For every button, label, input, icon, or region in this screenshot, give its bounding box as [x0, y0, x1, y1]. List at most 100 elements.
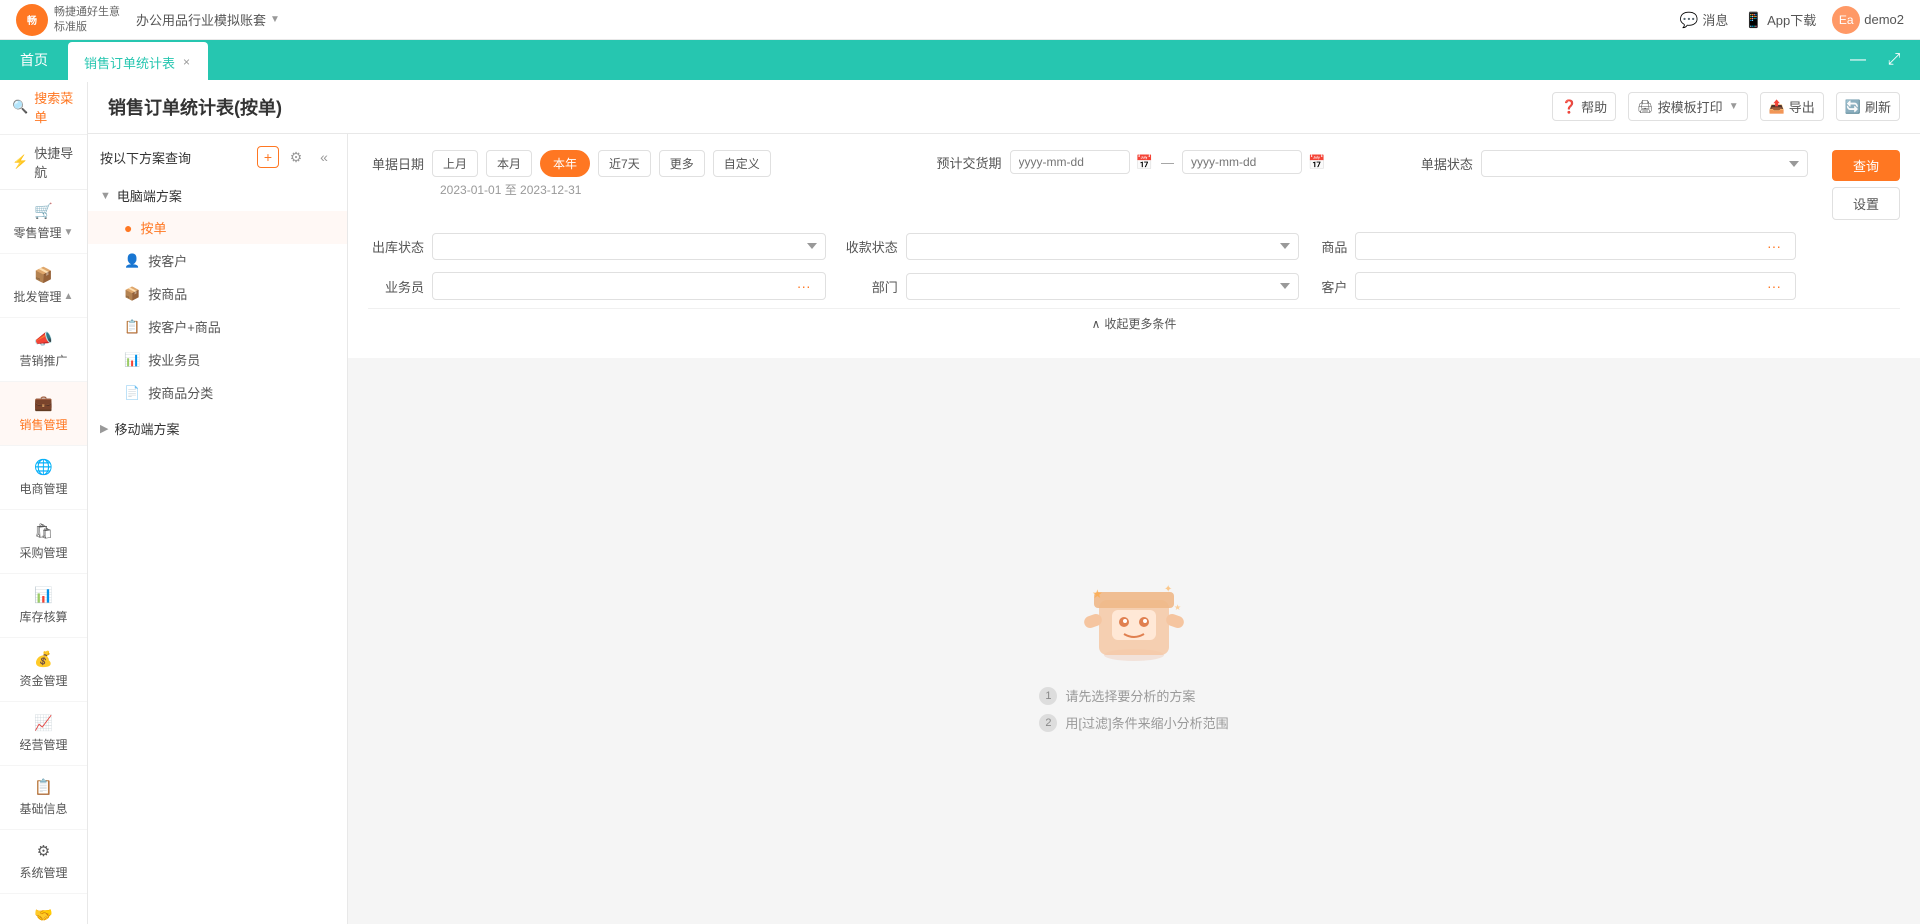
customer-ellipsis-btn[interactable]: ··· — [1763, 278, 1785, 294]
left-panel-header: 按以下方案查询 + ⚙ « — [88, 146, 347, 176]
tab-bar: 首页 销售订单统计表 × — ⤢ — [0, 40, 1920, 80]
by-order-icon: ● — [124, 220, 132, 236]
app-download-btn[interactable]: 📱 App下载 — [1744, 10, 1816, 29]
user-profile[interactable]: Ea demo2 — [1832, 6, 1904, 34]
wholesale-expand-icon: ▲ — [64, 291, 74, 302]
logo-icon: 畅 — [16, 4, 48, 36]
search-btn[interactable]: 查询 — [1832, 150, 1900, 181]
help-btn[interactable]: ❓ 帮助 — [1552, 92, 1616, 121]
by-salesperson-label: 按业务员 — [148, 350, 200, 369]
user-name-label: demo2 — [1864, 12, 1904, 27]
sidebar-item-wholesale[interactable]: 📦 批发管理 ▲ — [0, 254, 87, 318]
calendar-to-icon[interactable]: 📅 — [1308, 154, 1325, 171]
sidebar-item-enterprise[interactable]: 🤝 企业协同 — [0, 894, 87, 924]
scheme-by-product[interactable]: 📦 按商品 — [88, 277, 347, 310]
pc-scheme-header[interactable]: ▼ 电脑端方案 — [88, 180, 347, 211]
sidebar: 🔍 搜索菜单 ⚡ 快捷导航 🛒 零售管理 ▼ 📦 批发管理 ▲ 📣 营销推广 — [0, 80, 88, 924]
collapse-label: 收起更多条件 — [1104, 315, 1176, 332]
date-btn-this-month[interactable]: 本月 — [486, 150, 532, 177]
receipt-status-label: 收款状态 — [842, 237, 898, 256]
date-separator: — — [1161, 155, 1174, 170]
empty-tips: 1 请先选择要分析的方案 2 用[过滤]条件来缩小分析范围 — [1039, 686, 1228, 732]
content-area: 销售订单统计表(按单) ❓ 帮助 🖨 按模板打印 ▼ 📤 导出 🔄 刷新 — [88, 80, 1920, 924]
delivery-date-to[interactable] — [1182, 150, 1302, 174]
svg-text:畅: 畅 — [27, 14, 37, 27]
active-tab[interactable]: 销售订单统计表 × — [68, 42, 208, 82]
receipt-status-select[interactable] — [906, 233, 1300, 260]
by-customer-product-icon: 📋 — [124, 319, 140, 335]
date-btn-7days[interactable]: 近7天 — [598, 150, 651, 177]
by-customer-icon: 👤 — [124, 253, 140, 269]
doc-status-select[interactable] — [1481, 150, 1808, 177]
collapse-filter-btn[interactable]: ∧ 收起更多条件 — [368, 308, 1900, 338]
export-icon: 📤 — [1769, 99, 1785, 115]
export-btn[interactable]: 📤 导出 — [1760, 92, 1824, 121]
date-btn-custom[interactable]: 自定义 — [713, 150, 771, 177]
mobile-scheme-header[interactable]: ▶ 移动端方案 — [88, 413, 347, 444]
top-bar-left: 畅 畅捷通好生意 标准版 办公用品行业模拟账套 ▼ — [16, 4, 288, 36]
help-icon: ❓ — [1561, 99, 1577, 115]
tab-close-btn[interactable]: × — [181, 53, 192, 71]
maximize-icon[interactable]: ⤢ — [1880, 46, 1908, 74]
nav-icon: ⚡ — [12, 154, 28, 170]
sidebar-item-inventory[interactable]: 📊 库存核算 — [0, 574, 87, 638]
sidebar-search-menu[interactable]: 🔍 搜索菜单 — [0, 80, 87, 135]
empty-illustration: ★ ✦ ★ — [1074, 550, 1194, 670]
print-btn[interactable]: 🖨 按模板打印 ▼ — [1628, 92, 1747, 121]
reset-btn[interactable]: 设置 — [1832, 187, 1900, 220]
sidebar-quick-nav[interactable]: ⚡ 快捷导航 — [0, 135, 87, 190]
salesperson-ellipsis-btn[interactable]: ··· — [793, 278, 815, 294]
minimize-icon[interactable]: — — [1844, 46, 1872, 74]
collapse-panel-btn[interactable]: « — [313, 146, 335, 168]
sidebar-item-ecommerce[interactable]: 🌐 电商管理 — [0, 446, 87, 510]
sidebar-item-marketing[interactable]: 📣 营销推广 — [0, 318, 87, 382]
app-selector[interactable]: 办公用品行业模拟账套 ▼ — [128, 6, 288, 33]
settings-scheme-btn[interactable]: ⚙ — [285, 146, 307, 168]
scheme-by-customer[interactable]: 👤 按客户 — [88, 244, 347, 277]
scheme-by-salesperson[interactable]: 📊 按业务员 — [88, 343, 347, 376]
operations-icon: 📈 — [34, 714, 53, 732]
print-dropdown-icon: ▼ — [1729, 101, 1739, 112]
sidebar-item-operations[interactable]: 📈 经营管理 — [0, 702, 87, 766]
tab-bar-right: — ⤢ — [1844, 46, 1920, 74]
salesperson-label: 业务员 — [368, 277, 424, 296]
date-btn-this-year[interactable]: 本年 — [540, 150, 590, 177]
date-btn-last-month[interactable]: 上月 — [432, 150, 478, 177]
action-buttons: 查询 设置 — [1832, 150, 1900, 220]
pc-section-label: 电脑端方案 — [117, 186, 182, 205]
message-btn[interactable]: 💬 消息 — [1680, 10, 1729, 29]
dept-label: 部门 — [842, 277, 898, 296]
refresh-btn[interactable]: 🔄 刷新 — [1836, 92, 1900, 121]
delivery-date-from[interactable] — [1010, 150, 1130, 174]
help-label: 帮助 — [1581, 97, 1607, 116]
product-ellipsis-btn[interactable]: ··· — [1763, 238, 1785, 254]
doc-status-label: 单据状态 — [1417, 154, 1473, 173]
by-customer-label: 按客户 — [148, 251, 187, 270]
ecommerce-label: 电商管理 — [19, 480, 67, 497]
sidebar-item-sales[interactable]: 💼 销售管理 — [0, 382, 87, 446]
scheme-by-product-category[interactable]: 📄 按商品分类 — [88, 376, 347, 409]
by-customer-product-label: 按客户+商品 — [148, 317, 221, 336]
calendar-from-icon[interactable]: 📅 — [1136, 154, 1153, 171]
sidebar-item-finance[interactable]: 💰 资金管理 — [0, 638, 87, 702]
add-scheme-btn[interactable]: + — [257, 146, 279, 168]
sidebar-item-basics[interactable]: 📋 基础信息 — [0, 766, 87, 830]
dept-select[interactable] — [906, 273, 1300, 300]
tip-text-1: 请先选择要分析的方案 — [1065, 686, 1195, 705]
by-product-icon: 📦 — [124, 286, 140, 302]
expected-delivery-label: 预计交货期 — [932, 153, 1002, 172]
scheme-by-order[interactable]: ● 按单 — [88, 211, 347, 244]
left-panel-title: 按以下方案查询 — [100, 148, 191, 167]
left-panel-icons: + ⚙ « — [257, 146, 335, 168]
purchase-icon: 🛍 — [34, 522, 53, 540]
sidebar-item-purchase[interactable]: 🛍 采购管理 — [0, 510, 87, 574]
tip-num-1: 1 — [1039, 687, 1057, 705]
date-btn-more[interactable]: 更多 — [659, 150, 705, 177]
out-status-select[interactable] — [432, 233, 826, 260]
sidebar-search-label: 搜索菜单 — [34, 88, 75, 126]
system-label: 系统管理 — [19, 864, 67, 881]
home-tab[interactable]: 首页 — [0, 40, 68, 80]
sidebar-item-system[interactable]: ⚙ 系统管理 — [0, 830, 87, 894]
scheme-by-customer-product[interactable]: 📋 按客户+商品 — [88, 310, 347, 343]
sidebar-item-retail[interactable]: 🛒 零售管理 ▼ — [0, 190, 87, 254]
